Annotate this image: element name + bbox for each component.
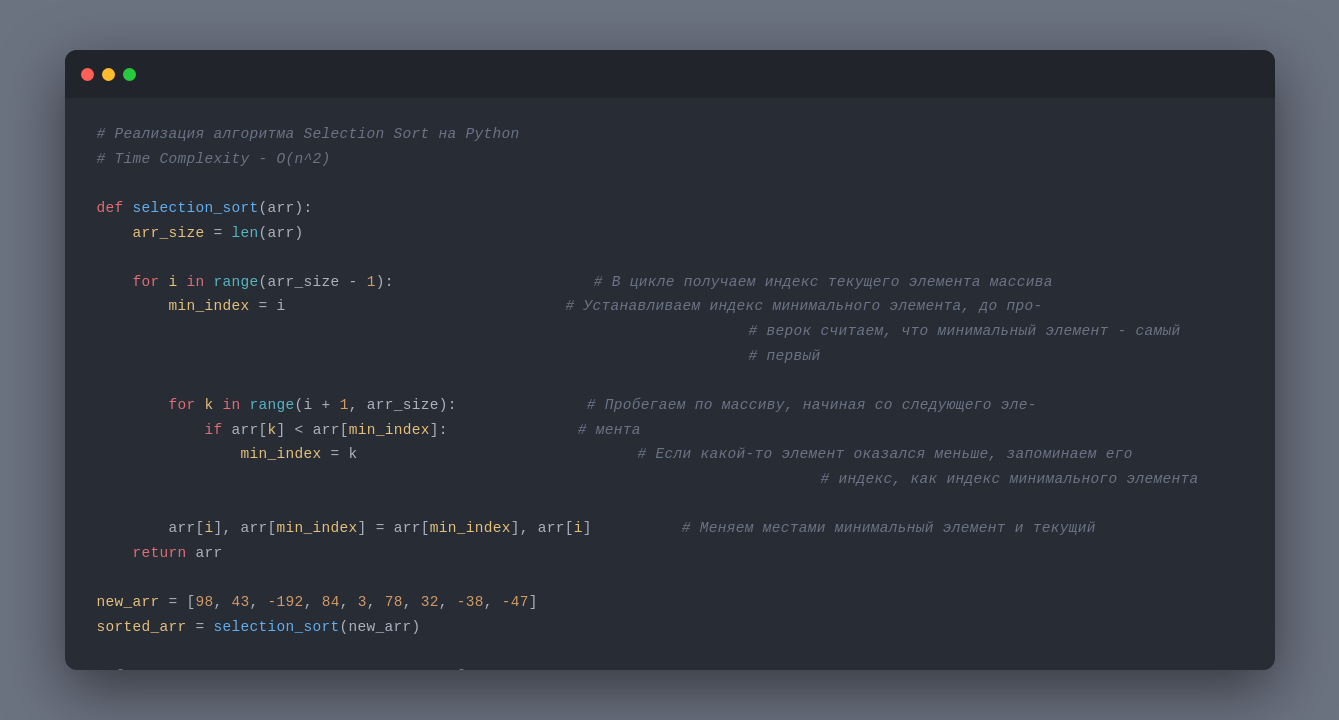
code-line: def selection_sort(arr): (97, 196, 1243, 221)
code-line: # индекс, как индекс минимального элемен… (97, 467, 1243, 492)
code-line: arr_size = len(arr) (97, 221, 1243, 246)
keyword-def: def (97, 196, 133, 221)
dot-red[interactable] (81, 68, 94, 81)
code-area: # Реализация алгоритма Selection Sort на… (65, 98, 1275, 670)
code-line: # Реализация алгоритма Selection Sort на… (97, 122, 1243, 147)
dot-yellow[interactable] (102, 68, 115, 81)
dot-green[interactable] (123, 68, 136, 81)
code-line: new_arr = [98, 43, -192, 84, 3, 78, 32, … (97, 590, 1243, 615)
code-line: sorted_arr = selection_sort(new_arr) (97, 615, 1243, 640)
result-comment: # [-192, -47, -38, 3, 32, 43, 78, 84, 98… (97, 664, 466, 670)
code-window: # Реализация алгоритма Selection Sort на… (65, 50, 1275, 670)
code-line: # первый (97, 344, 1243, 369)
code-line: # [-192, -47, -38, 3, 32, 43, 78, 84, 98… (97, 664, 1243, 670)
code-line: # верок считаем, что минимальный элемент… (97, 319, 1243, 344)
code-line: arr[i], arr[min_index] = arr[min_index],… (97, 516, 1243, 541)
func-name: selection_sort (133, 196, 259, 221)
code-line: # Time Complexity - O(n^2) (97, 147, 1243, 172)
code-line: min_index = i # Устанавливаем индекс мин… (97, 294, 1243, 319)
comment-text: # Реализация алгоритма Selection Sort на… (97, 122, 520, 147)
comment-text: # Time Complexity - O(n^2) (97, 147, 331, 172)
code-line: return arr (97, 541, 1243, 566)
code-line: for i in range(arr_size - 1): # В цикле … (97, 270, 1243, 295)
code-line: min_index = k # Если какой-то элемент ок… (97, 442, 1243, 467)
titlebar (65, 50, 1275, 98)
code-line: if arr[k] < arr[min_index]: # мента (97, 418, 1243, 443)
code-line: for k in range(i + 1, arr_size): # Пробе… (97, 393, 1243, 418)
